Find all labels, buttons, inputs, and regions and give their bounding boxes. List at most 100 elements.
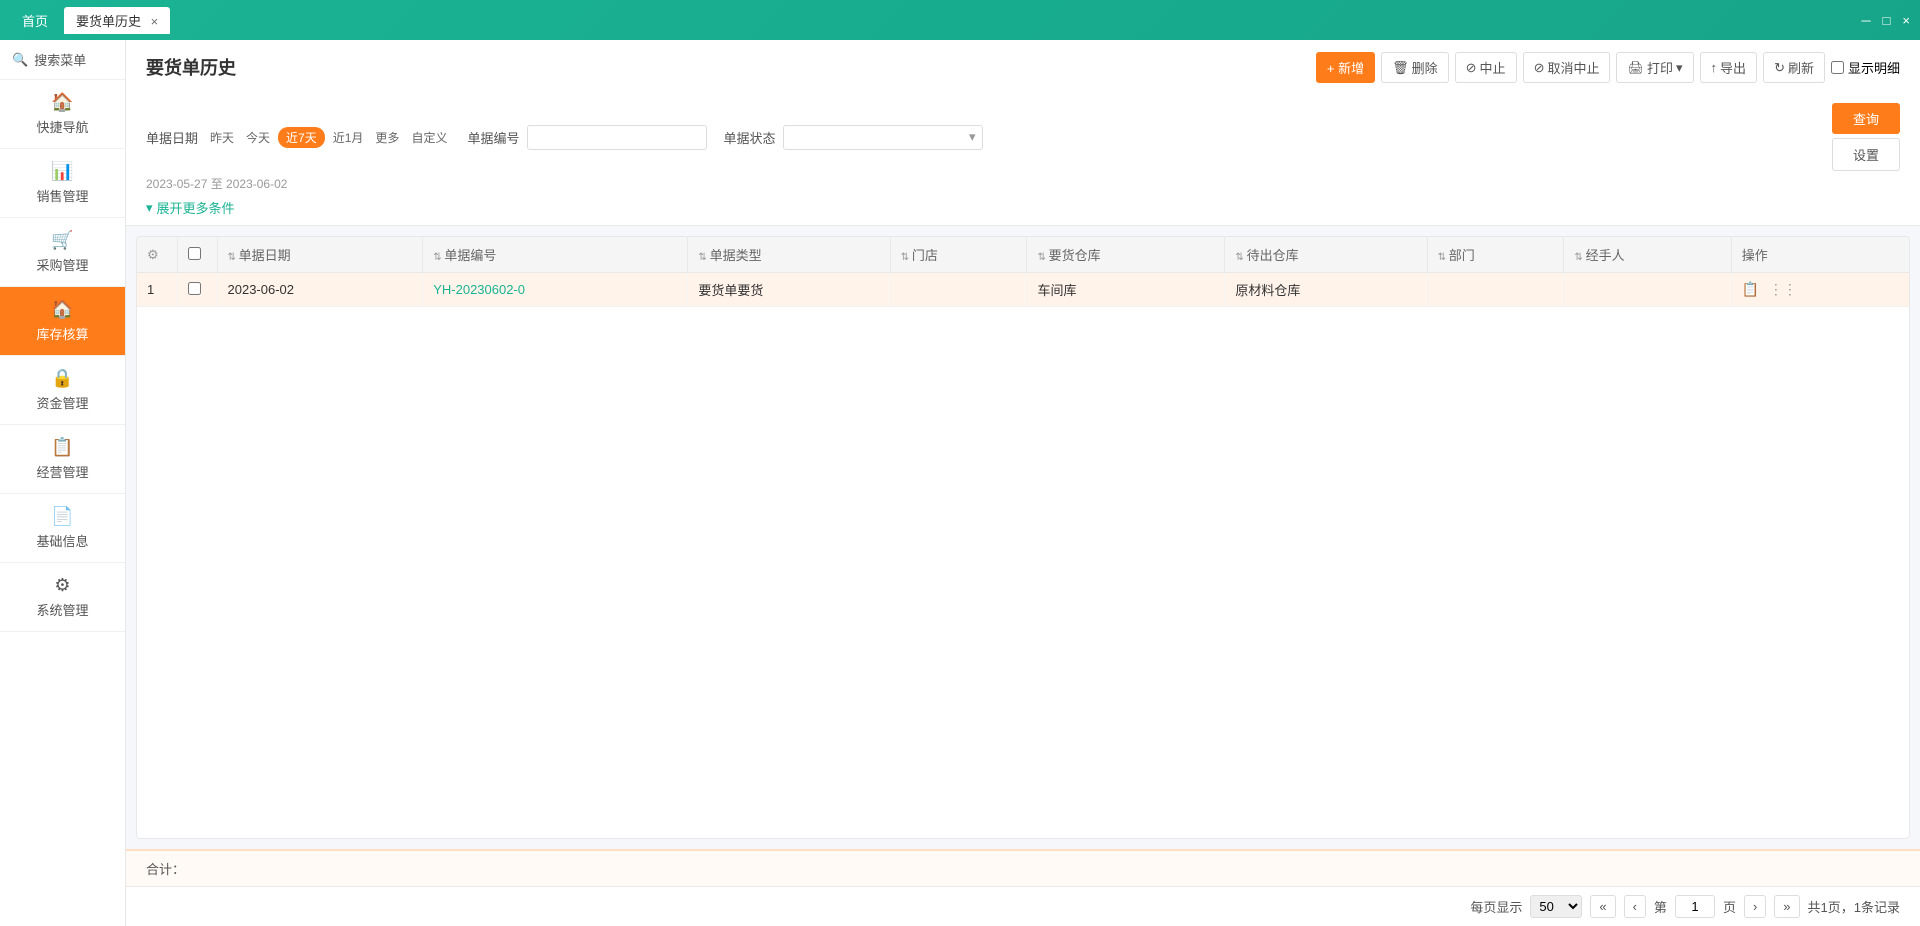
select-all-checkbox[interactable] xyxy=(188,247,201,260)
sidebar-item-purchase[interactable]: 🛒 采购管理 xyxy=(0,218,125,287)
col-req-warehouse[interactable]: 要货仓库 xyxy=(1027,237,1225,273)
operations-icon: 📋 xyxy=(51,437,73,458)
date-shortcuts: 昨天 今天 近7天 近1月 更多 自定义 xyxy=(206,127,451,148)
tab-home[interactable]: + 新增 首页 xyxy=(10,7,60,34)
sidebar-item-basic-info[interactable]: 📄 基础信息 xyxy=(0,494,125,563)
gear-icon: ⚙ xyxy=(54,575,70,596)
window-close-icon[interactable]: × xyxy=(1902,13,1910,28)
col-handler[interactable]: 经手人 xyxy=(1564,237,1731,273)
top-bar-right: ─ □ × xyxy=(1861,13,1910,28)
col-department[interactable]: 部门 xyxy=(1427,237,1564,273)
col-date[interactable]: 单据日期 xyxy=(217,237,423,273)
order-no-link[interactable]: YH-20230602-0 xyxy=(433,282,525,297)
row-checkbox[interactable] xyxy=(188,282,201,295)
delete-button[interactable]: 🗑 🗑 删除 删除 xyxy=(1381,52,1449,83)
table-header-row: ⚙ 单据日期 单据编号 单据类型 xyxy=(137,237,1909,273)
status-select[interactable] xyxy=(783,125,983,150)
chart-icon: 📊 xyxy=(51,161,73,182)
inventory-icon: 🏠 xyxy=(51,299,73,320)
first-page-button[interactable]: « xyxy=(1590,895,1615,918)
filter-row: 单据日期 昨天 今天 近7天 近1月 更多 自定义 单据编号 xyxy=(146,103,1900,171)
cell-action: 📋 ⋮⋮ xyxy=(1731,273,1909,307)
query-button[interactable]: 查询 xyxy=(1832,103,1900,134)
tab-order-history[interactable]: 要货单历史 × xyxy=(64,7,170,34)
footer-summary: 合计： xyxy=(126,849,1920,886)
home-icon: 🏠 xyxy=(51,92,73,113)
last-page-button[interactable]: » xyxy=(1774,895,1799,918)
shortcut-7days[interactable]: 近7天 xyxy=(278,127,325,148)
per-page-select[interactable]: 50 10 20 100 xyxy=(1530,895,1582,918)
action-btns: 查询 设置 xyxy=(1832,103,1900,171)
col-store[interactable]: 门店 xyxy=(890,237,1027,273)
display-detail-label[interactable]: 显示明细 xyxy=(1831,58,1900,77)
search-icon: 🔍 xyxy=(12,52,28,68)
shortcut-yesterday[interactable]: 昨天 xyxy=(206,127,238,148)
stop-icon: ⊘ xyxy=(1466,60,1477,76)
per-page-label: 每页显示 xyxy=(1470,897,1522,916)
display-detail-text: 显示明细 xyxy=(1848,58,1900,77)
status-label: 单据状态 xyxy=(723,128,775,147)
print-button[interactable]: 🖨 打印 ▾ xyxy=(1616,52,1693,83)
col-order-no[interactable]: 单据编号 xyxy=(423,237,688,273)
sidebar-item-system[interactable]: ⚙ 系统管理 xyxy=(0,563,125,632)
settings-button[interactable]: 设置 xyxy=(1832,138,1900,171)
main-layout: 🔍 搜索菜单 🏠 快捷导航 📊 销售管理 🛒 采购管理 🏠 库存核算 🔒 资金管… xyxy=(0,40,1920,926)
row-delete-icon[interactable]: ⋮⋮ xyxy=(1769,281,1797,297)
content-area: 要货单历史 + 新增 🗑 🗑 删除 删除 ⊘ 中止 ⊘ 取消中止 xyxy=(126,40,1920,926)
cell-req-warehouse: 车间库 xyxy=(1027,273,1225,307)
sidebar-item-operations[interactable]: 📋 经营管理 xyxy=(0,425,125,494)
cancel-stop-button[interactable]: ⊘ 取消中止 xyxy=(1523,52,1611,83)
row-edit-icon[interactable]: 📋 xyxy=(1742,281,1759,297)
window-maximize-icon[interactable]: □ xyxy=(1883,13,1891,28)
export-icon: ↑ xyxy=(1711,60,1718,75)
new-button[interactable]: + 新增 xyxy=(1316,52,1375,83)
stop-button[interactable]: ⊘ 中止 xyxy=(1455,52,1517,83)
col-pending-warehouse[interactable]: 待出仓库 xyxy=(1225,237,1427,273)
sidebar-item-inventory[interactable]: 🏠 库存核算 xyxy=(0,287,125,356)
order-no-input[interactable] xyxy=(527,125,707,150)
date-range-display: 2023-05-27 至 2023-06-02 xyxy=(146,177,287,191)
table-body: 1 2023-06-02 YH-20230602-0 要货单要货 车间库 原材料… xyxy=(137,273,1909,307)
shortcut-custom[interactable]: 自定义 xyxy=(407,127,451,148)
orders-table: ⚙ 单据日期 单据编号 单据类型 xyxy=(137,237,1909,307)
table-area: ⚙ 单据日期 单据编号 单据类型 xyxy=(136,236,1910,839)
shortcut-today[interactable]: 今天 xyxy=(242,127,274,148)
window-minimize-icon[interactable]: ─ xyxy=(1861,13,1870,28)
col-order-type[interactable]: 单据类型 xyxy=(688,237,890,273)
page-label: 第 xyxy=(1654,897,1667,916)
sidebar-item-finance[interactable]: 🔒 资金管理 xyxy=(0,356,125,425)
search-menu-item[interactable]: 🔍 搜索菜单 xyxy=(0,40,125,80)
top-bar: + 新增 首页 要货单历史 × ─ □ × xyxy=(0,0,1920,40)
date-filter-label: 单据日期 xyxy=(146,128,198,147)
shortcut-more[interactable]: 更多 xyxy=(371,127,403,148)
toolbar: + 新增 🗑 🗑 删除 删除 ⊘ 中止 ⊘ 取消中止 xyxy=(1316,52,1900,93)
cell-index: 1 xyxy=(137,273,177,307)
lock-icon: 🔒 xyxy=(51,368,73,389)
sidebar-item-sales[interactable]: 📊 销售管理 xyxy=(0,149,125,218)
expand-more-btn[interactable]: ▾ 展开更多条件 xyxy=(146,198,1900,217)
sidebar-item-quick-nav[interactable]: 🏠 快捷导航 xyxy=(0,80,125,149)
doc-icon: 📄 xyxy=(51,506,73,527)
refresh-button[interactable]: ↻ 刷新 xyxy=(1763,52,1825,83)
expand-icon: ▾ xyxy=(146,200,153,216)
shortcut-1month[interactable]: 近1月 xyxy=(329,127,368,148)
display-detail-checkbox[interactable] xyxy=(1831,61,1844,74)
pagination-bar: 每页显示 50 10 20 100 « ‹ 第 页 › » 共1页，1条记录 xyxy=(126,886,1920,926)
order-no-label: 单据编号 xyxy=(467,128,519,147)
page-end-label: 页 xyxy=(1723,897,1736,916)
tab-bar: + 新增 首页 要货单历史 × xyxy=(10,7,1861,34)
print-icon: 🖨 xyxy=(1627,60,1644,76)
cell-handler xyxy=(1564,273,1731,307)
col-checkbox xyxy=(177,237,217,273)
delete-icon: 🗑 xyxy=(1392,60,1409,76)
tab-close-icon[interactable]: × xyxy=(151,14,159,29)
cell-store xyxy=(890,273,1027,307)
cancel-stop-icon: ⊘ xyxy=(1534,60,1545,76)
page-header: 要货单历史 + 新增 🗑 🗑 删除 删除 ⊘ 中止 ⊘ 取消中止 xyxy=(126,40,1920,226)
next-page-button[interactable]: › xyxy=(1744,895,1766,918)
table-settings-icon[interactable]: ⚙ xyxy=(147,247,159,262)
page-number-input[interactable] xyxy=(1675,895,1715,918)
status-filter-group: 单据状态 ▾ xyxy=(723,125,978,150)
export-button[interactable]: ↑ 导出 xyxy=(1700,52,1758,83)
prev-page-button[interactable]: ‹ xyxy=(1624,895,1646,918)
